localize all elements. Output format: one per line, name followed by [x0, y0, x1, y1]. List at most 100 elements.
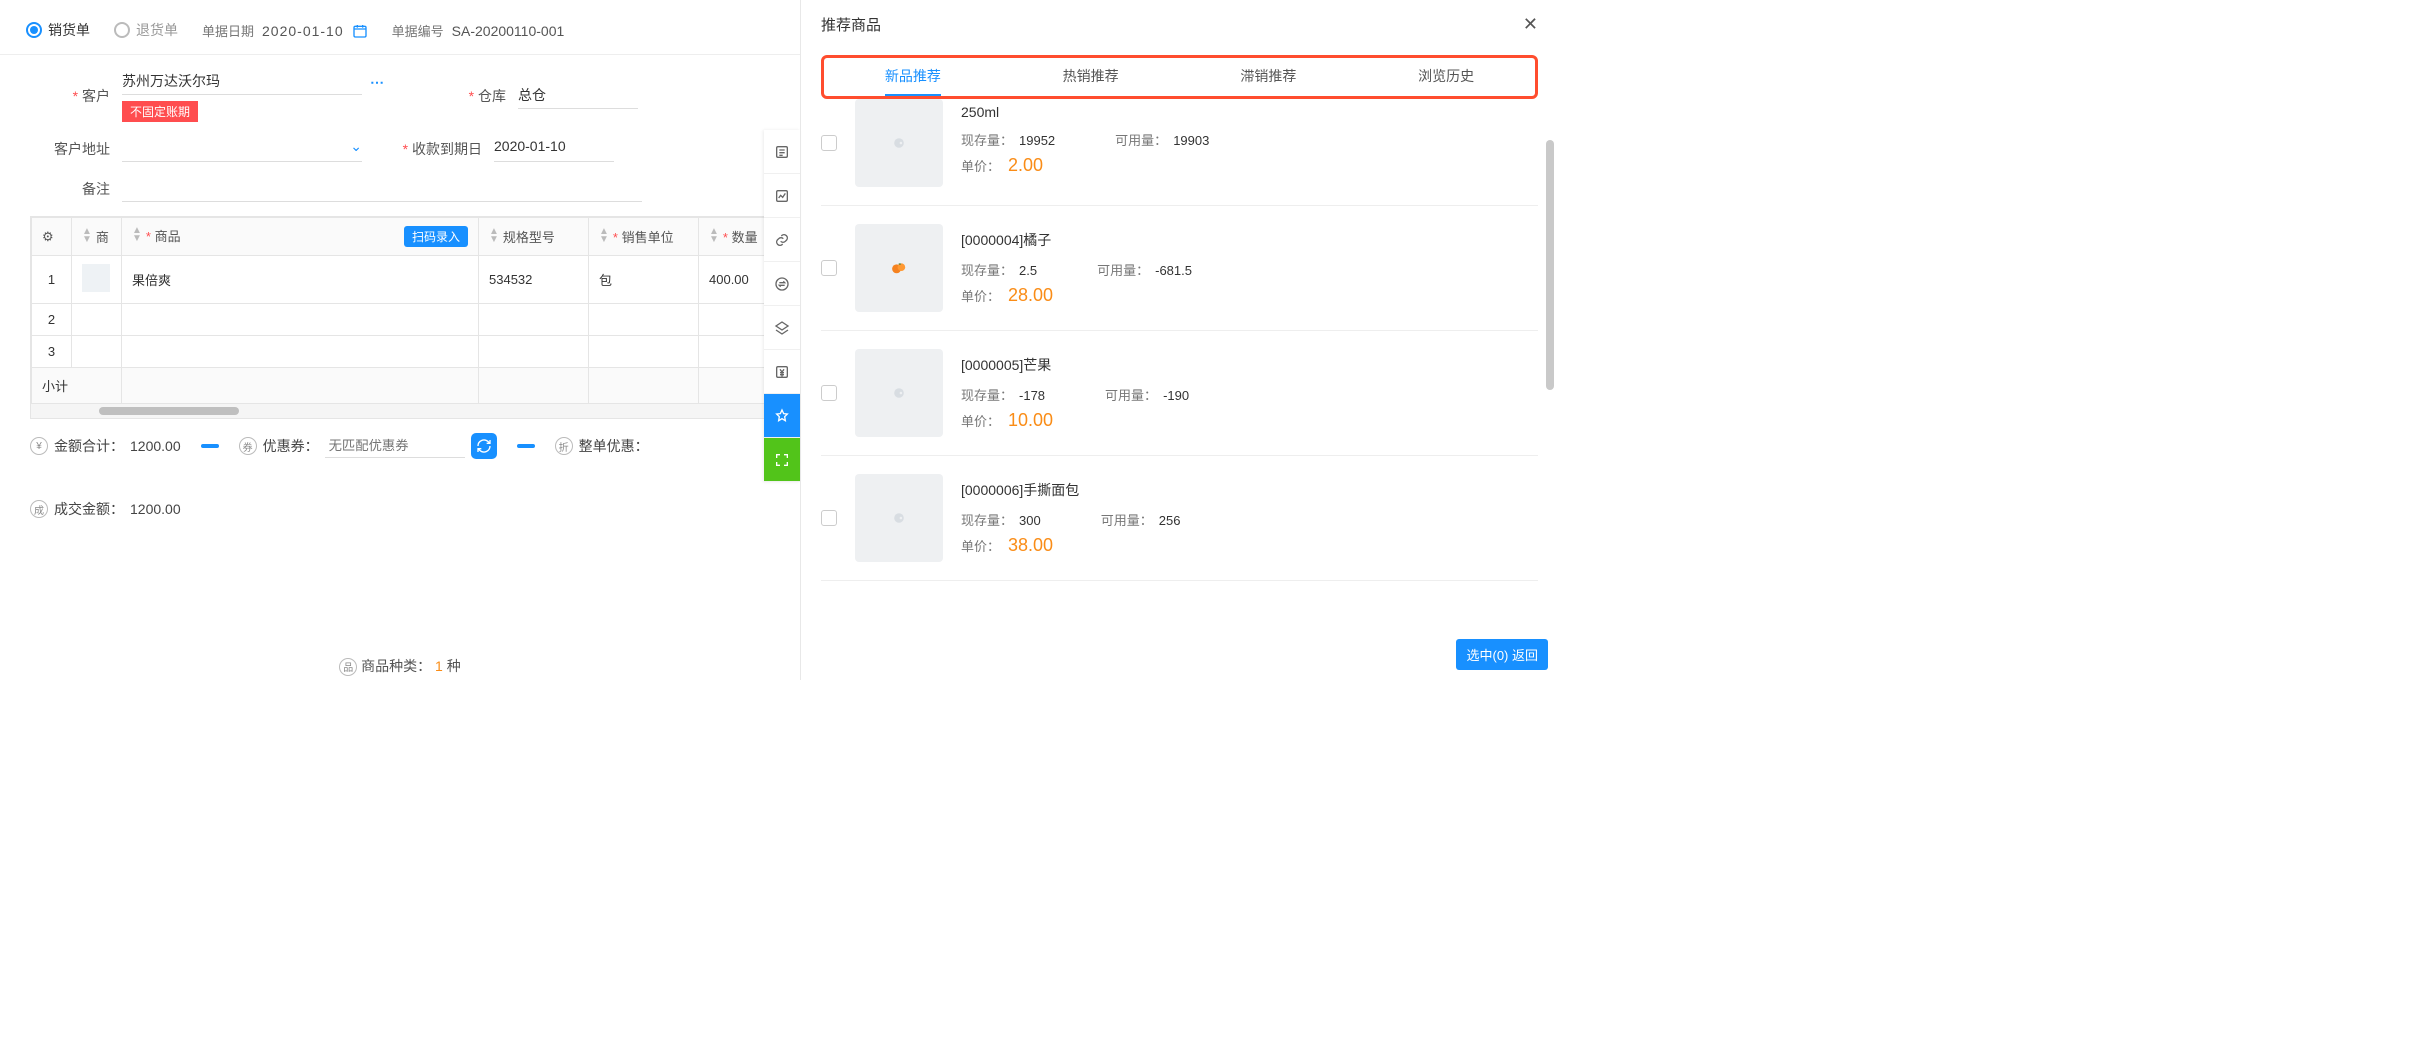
- col-unit[interactable]: 销售单位: [613, 230, 674, 245]
- col-product[interactable]: 商品: [146, 229, 181, 244]
- warehouse-input[interactable]: 总仓: [518, 83, 638, 109]
- product-checkbox[interactable]: [821, 260, 837, 276]
- subtotal-label: 小计: [32, 368, 122, 404]
- col-spec[interactable]: 规格型号: [503, 230, 555, 245]
- product-image: [855, 349, 943, 437]
- price-value: 2.00: [1008, 155, 1043, 175]
- stock-label: 现存量：-178: [961, 385, 1045, 404]
- price-label: 单价：28.00: [961, 285, 1538, 306]
- tab-history[interactable]: 浏览历史: [1418, 66, 1474, 96]
- refresh-button[interactable]: [471, 433, 497, 459]
- table-row[interactable]: 1 果倍爽 534532 包 400.00: [32, 256, 769, 304]
- radio-sales-icon: [26, 22, 42, 38]
- price-label: 单价：10.00: [961, 410, 1538, 431]
- kinds-label: 商品种类：: [361, 658, 431, 674]
- chevron-down-icon: ⌄: [350, 138, 362, 155]
- price-value: 28.00: [1008, 285, 1053, 305]
- remark-input[interactable]: [122, 176, 642, 202]
- avail-label: 可用量：256: [1101, 510, 1181, 529]
- toolbar-swap-icon[interactable]: [764, 262, 800, 306]
- scan-badge[interactable]: 扫码录入: [404, 226, 468, 247]
- product-name: [0000005]芒果: [961, 355, 1538, 375]
- customer-input[interactable]: 苏州万达沃尔玛: [122, 69, 362, 95]
- product-row[interactable]: [0000005]芒果现存量：-178可用量：-190单价：10.00: [821, 331, 1538, 456]
- doc-no-value: SA-20200110-001: [452, 23, 565, 39]
- avail-value: -681.5: [1155, 263, 1192, 278]
- stock-label: 现存量：300: [961, 510, 1041, 529]
- product-checkbox[interactable]: [821, 385, 837, 401]
- deal-label: 成交金额：: [54, 499, 124, 519]
- product-name: [0000006]手撕面包: [961, 480, 1538, 500]
- tab-return[interactable]: 退货单: [114, 20, 178, 40]
- toolbar-star-icon[interactable]: [764, 394, 800, 438]
- select-return-button[interactable]: 选中(0) 返回: [1456, 639, 1548, 670]
- minus-icon: [517, 444, 535, 448]
- stock-value: 300: [1019, 513, 1041, 528]
- tab-return-label: 退货单: [136, 20, 178, 40]
- cell-product[interactable]: 果倍爽: [122, 256, 479, 304]
- currency-icon: ¥: [30, 437, 48, 455]
- price-value: 38.00: [1008, 535, 1053, 555]
- avail-label: 可用量：-681.5: [1097, 260, 1192, 279]
- tab-sales[interactable]: 销货单: [26, 20, 90, 40]
- tab-slow[interactable]: 滞销推荐: [1240, 66, 1296, 96]
- cell-qty[interactable]: 400.00: [699, 256, 769, 304]
- cell-unit[interactable]: 包: [589, 256, 699, 304]
- customer-label: 客户: [30, 86, 110, 106]
- whole-label: 整单优惠：: [579, 436, 649, 456]
- product-name: 250ml: [961, 104, 1538, 120]
- price-value: 10.00: [1008, 410, 1053, 430]
- minus-icon: [201, 444, 219, 448]
- table-row[interactable]: 2: [32, 304, 769, 336]
- warehouse-label: 仓库: [426, 86, 506, 106]
- toolbar-chart-icon[interactable]: [764, 174, 800, 218]
- product-row[interactable]: [0000004]橘子现存量：2.5可用量：-681.5单价：28.00: [821, 206, 1538, 331]
- customer-tag: 不固定账期: [122, 101, 198, 122]
- coupon-label: 优惠券：: [263, 436, 319, 456]
- side-toolbar: [764, 130, 800, 482]
- close-icon[interactable]: ✕: [1523, 14, 1538, 35]
- customer-more-icon[interactable]: ⋯: [370, 74, 386, 91]
- stock-value: 19952: [1019, 133, 1055, 148]
- kinds-suffix: 种: [447, 658, 461, 674]
- product-row[interactable]: 250ml现存量：19952可用量：19903单价：2.00: [821, 99, 1538, 206]
- stock-value: -178: [1019, 388, 1045, 403]
- horizontal-scrollbar[interactable]: [31, 404, 769, 418]
- doc-date-value[interactable]: 2020-01-10: [262, 23, 344, 39]
- toolbar-check-icon[interactable]: [764, 306, 800, 350]
- address-input[interactable]: ⌄: [122, 136, 362, 162]
- col-qty[interactable]: 数量: [723, 230, 758, 245]
- stock-label: 现存量：2.5: [961, 260, 1037, 279]
- gear-icon[interactable]: ⚙: [42, 229, 54, 244]
- product-checkbox[interactable]: [821, 135, 837, 151]
- items-table: ⚙ ▲▼商 ▲▼商品扫码录入 ▲▼规格型号 ▲▼销售单位 ▲▼数量 1 果倍爽 …: [30, 216, 770, 419]
- coupon-input[interactable]: [325, 434, 465, 458]
- product-checkbox[interactable]: [821, 510, 837, 526]
- due-input[interactable]: 2020-01-10: [494, 136, 614, 162]
- toolbar-cny-icon[interactable]: [764, 350, 800, 394]
- deal-icon: 成: [30, 500, 48, 518]
- coupon-icon: 券: [239, 437, 257, 455]
- due-label: 收款到期日: [402, 139, 482, 159]
- toolbar-list-icon[interactable]: [764, 130, 800, 174]
- remark-label: 备注: [30, 179, 110, 199]
- table-row[interactable]: 3: [32, 336, 769, 368]
- calendar-icon[interactable]: [352, 23, 368, 39]
- cell-spec[interactable]: 534532: [479, 256, 589, 304]
- product-image: [855, 474, 943, 562]
- sum-value: 1200.00: [130, 438, 181, 454]
- tab-new[interactable]: 新品推荐: [885, 66, 941, 96]
- recommend-title: 推荐商品: [821, 14, 881, 35]
- toolbar-expand-icon[interactable]: [764, 438, 800, 482]
- stock-label: 现存量：19952: [961, 130, 1055, 149]
- product-image: [855, 224, 943, 312]
- col-img[interactable]: 商: [96, 230, 109, 245]
- toolbar-link-icon[interactable]: [764, 218, 800, 262]
- avail-value: 19903: [1173, 133, 1209, 148]
- product-row[interactable]: [0000006]手撕面包现存量：300可用量：256单价：38.00: [821, 456, 1538, 581]
- product-image: [855, 99, 943, 187]
- sum-label: 金额合计：: [54, 436, 124, 456]
- tab-hot[interactable]: 热销推荐: [1063, 66, 1119, 96]
- doc-no-label: 单据编号: [392, 21, 444, 40]
- vertical-scrollbar[interactable]: [1546, 140, 1554, 390]
